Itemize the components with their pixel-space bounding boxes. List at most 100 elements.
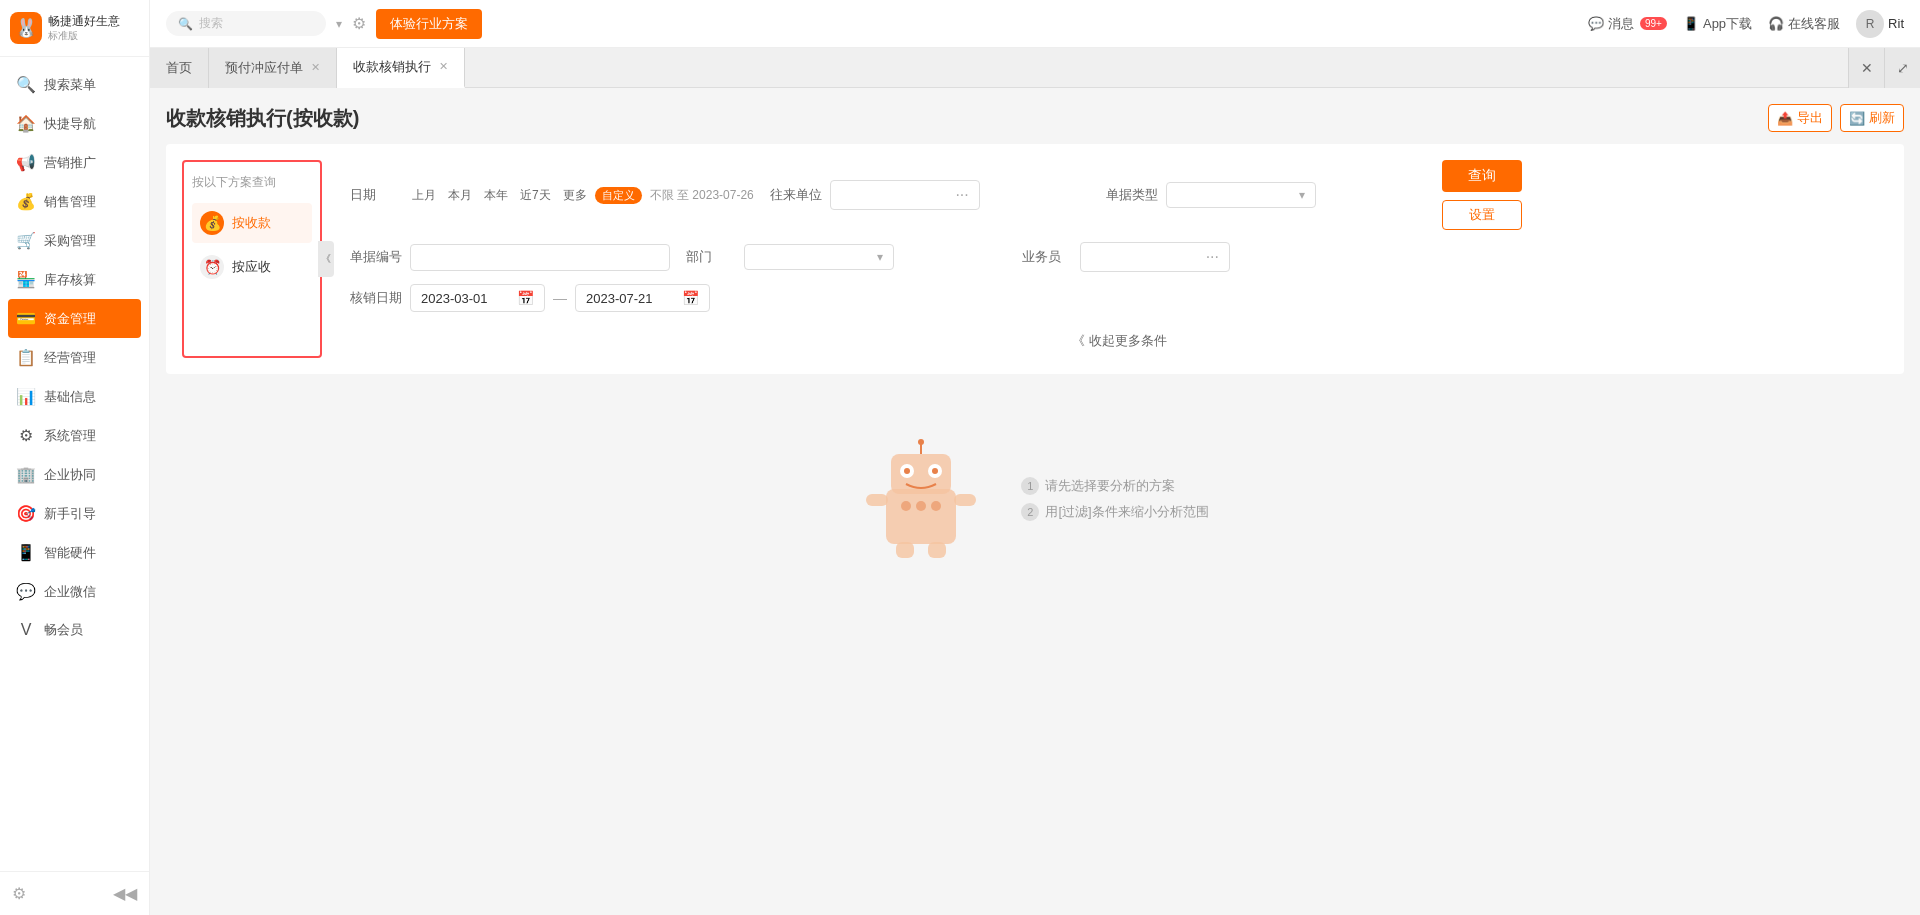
- topbar-gear-icon[interactable]: ⚙: [352, 14, 366, 33]
- custom-badge: 自定义: [595, 187, 642, 204]
- online-service-action[interactable]: 🎧 在线客服: [1768, 15, 1840, 33]
- svg-rect-8: [866, 494, 888, 506]
- writeoff-date-start-input[interactable]: 📅: [410, 284, 545, 312]
- filter-row-3: 核销日期 📅 — 📅: [350, 284, 1888, 312]
- refresh-button[interactable]: 🔄 刷新: [1840, 104, 1904, 132]
- topbar-chevron-icon[interactable]: ▾: [336, 17, 342, 31]
- avatar: R: [1856, 10, 1884, 38]
- svg-point-5: [932, 468, 938, 474]
- salesperson-field: 业务员 ···: [1022, 242, 1342, 272]
- department-chevron-icon: ▾: [877, 250, 883, 264]
- industry-button[interactable]: 体验行业方案: [376, 9, 482, 39]
- sidebar-menu: 🔍 搜索菜单 🏠 快捷导航 📢 营销推广 💰 销售管理 🛒 采购管理 🏪 库存核…: [0, 57, 149, 871]
- counter-party-input[interactable]: ···: [830, 180, 980, 210]
- filter-row-1: 日期 上月 本月 本年 近7天 更多 自定义 不限 至 2023-07-26 往…: [350, 160, 1888, 230]
- this-year-shortcut[interactable]: 本年: [480, 185, 512, 206]
- sidebar-item-hardware[interactable]: 📱 智能硬件: [0, 533, 149, 572]
- last-month-shortcut[interactable]: 上月: [408, 185, 440, 206]
- logo-icon: 🐰: [10, 12, 42, 44]
- calendar-end-icon[interactable]: 📅: [682, 290, 699, 306]
- sidebar-item-sales[interactable]: 💰 销售管理: [0, 182, 149, 221]
- sidebar-item-vip[interactable]: V 畅会员: [0, 611, 149, 649]
- collection-option-icon: 💰: [200, 211, 224, 235]
- tab-home[interactable]: 首页: [150, 48, 209, 88]
- close-tab-button[interactable]: ✕: [1848, 48, 1884, 88]
- department-select[interactable]: ▾: [744, 244, 894, 270]
- sidebar-item-purchase[interactable]: 🛒 采购管理: [0, 221, 149, 260]
- empty-tip-2: 2 用[过滤]条件来缩小分析范围: [1021, 503, 1208, 521]
- filter-sidebar: 按以下方案查询 💰 按收款 ⏰ 按应收 《: [182, 160, 322, 358]
- sidebar-item-system[interactable]: ⚙ 系统管理: [0, 416, 149, 455]
- salesperson-input[interactable]: ···: [1080, 242, 1230, 272]
- tab-collection[interactable]: 收款核销执行 ✕: [337, 48, 465, 88]
- topbar-search[interactable]: 🔍 搜索: [166, 11, 326, 36]
- sidebar-item-quick-nav[interactable]: 🏠 快捷导航: [0, 104, 149, 143]
- filter-actions: 查询 设置: [1442, 160, 1522, 230]
- filter-form: 日期 上月 本月 本年 近7天 更多 自定义 不限 至 2023-07-26 往…: [322, 160, 1888, 358]
- collapse-sidebar-icon[interactable]: ◀◀: [113, 884, 137, 903]
- salesperson-label: 业务员: [1022, 248, 1072, 266]
- filter-option-by-collection[interactable]: 💰 按收款: [192, 203, 312, 243]
- svg-point-13: [916, 501, 926, 511]
- settings-bottom-icon[interactable]: ⚙: [12, 884, 26, 903]
- svg-rect-10: [896, 542, 914, 558]
- last-7days-shortcut[interactable]: 近7天: [516, 185, 555, 206]
- messages-badge: 99+: [1640, 17, 1667, 30]
- filter-option-by-receivable[interactable]: ⏰ 按应收: [192, 247, 312, 287]
- writeoff-date-end-input[interactable]: 📅: [575, 284, 710, 312]
- date-separator: —: [553, 290, 567, 306]
- user-name: Rit: [1888, 16, 1904, 31]
- sidebar-bottom: ⚙ ◀◀: [0, 871, 149, 915]
- guide-icon: 🎯: [16, 504, 36, 523]
- svg-point-4: [904, 468, 910, 474]
- department-field: 部门 ▾: [686, 244, 1006, 270]
- this-month-shortcut[interactable]: 本月: [444, 185, 476, 206]
- tab-collection-close[interactable]: ✕: [439, 60, 448, 73]
- sidebar-item-operations[interactable]: 📋 经营管理: [0, 338, 149, 377]
- date-range-text: 不限 至 2023-07-26: [650, 187, 754, 204]
- vip-icon: V: [16, 621, 36, 639]
- app-download-action[interactable]: 📱 App下载: [1683, 15, 1752, 33]
- content-area: 收款核销执行(按收款) 📤 导出 🔄 刷新 按以下方案查询 💰 按收款: [150, 88, 1920, 915]
- home-icon: 🏠: [16, 114, 36, 133]
- counter-party-dots-icon[interactable]: ···: [955, 186, 968, 204]
- counter-party-field: 往来单位 ···: [770, 180, 1090, 210]
- user-profile[interactable]: R Rit: [1856, 10, 1904, 38]
- sidebar-logo: 🐰 畅捷通好生意 标准版: [0, 0, 149, 57]
- counter-party-label: 往来单位: [770, 186, 822, 204]
- sidebar-item-funds[interactable]: 💳 资金管理: [8, 299, 141, 338]
- svg-rect-9: [954, 494, 976, 506]
- messages-action[interactable]: 💬 消息 99+: [1588, 15, 1667, 33]
- search-placeholder-text: 搜索: [199, 15, 223, 32]
- calendar-start-icon[interactable]: 📅: [517, 290, 534, 306]
- marketing-icon: 📢: [16, 153, 36, 172]
- filter-sidebar-collapse-button[interactable]: 《: [318, 241, 334, 277]
- topbar: 🔍 搜索 ▾ ⚙ 体验行业方案 💬 消息 99+ 📱 App下载 🎧 在线客服: [150, 0, 1920, 48]
- doc-type-select[interactable]: ▾: [1166, 182, 1316, 208]
- sidebar-item-basics[interactable]: 📊 基础信息: [0, 377, 149, 416]
- doc-number-input[interactable]: [410, 244, 670, 271]
- sidebar-item-search[interactable]: 🔍 搜索菜单: [0, 65, 149, 104]
- writeoff-date-end-field[interactable]: [586, 291, 676, 306]
- page-title: 收款核销执行(按收款): [166, 105, 359, 132]
- search-icon: 🔍: [16, 75, 36, 94]
- filter-row-2: 单据编号 部门 ▾ 业务员 ···: [350, 242, 1888, 272]
- collapse-more-button[interactable]: 《 收起更多条件: [350, 324, 1888, 358]
- filter-settings-button[interactable]: 设置: [1442, 200, 1522, 230]
- sidebar-item-marketing[interactable]: 📢 营销推广: [0, 143, 149, 182]
- export-button[interactable]: 📤 导出: [1768, 104, 1832, 132]
- doc-number-label: 单据编号: [350, 248, 402, 266]
- sidebar-item-guide[interactable]: 🎯 新手引导: [0, 494, 149, 533]
- sidebar-item-wechat[interactable]: 💬 企业微信: [0, 572, 149, 611]
- salesperson-dots-icon[interactable]: ···: [1206, 248, 1219, 266]
- expand-tab-button[interactable]: ⤢: [1884, 48, 1920, 88]
- sidebar-item-enterprise[interactable]: 🏢 企业协同: [0, 455, 149, 494]
- search-topbar-icon: 🔍: [178, 17, 193, 31]
- more-shortcut[interactable]: 更多: [559, 185, 591, 206]
- query-button[interactable]: 查询: [1442, 160, 1522, 192]
- tab-prepay-close[interactable]: ✕: [311, 61, 320, 74]
- sidebar-item-inventory[interactable]: 🏪 库存核算: [0, 260, 149, 299]
- inventory-icon: 🏪: [16, 270, 36, 289]
- writeoff-date-start-field[interactable]: [421, 291, 511, 306]
- tab-prepay[interactable]: 预付冲应付单 ✕: [209, 48, 337, 88]
